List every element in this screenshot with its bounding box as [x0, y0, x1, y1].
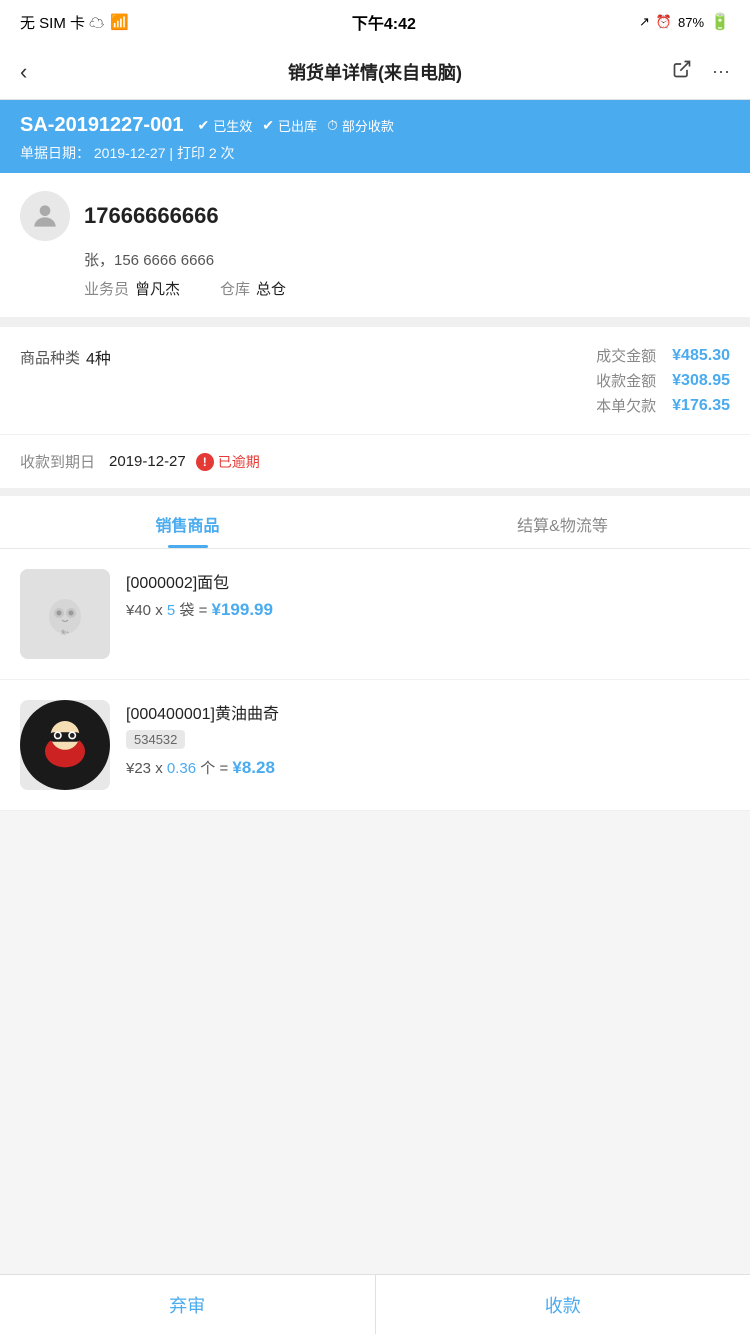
- alarm-icon: ⏰: [656, 14, 672, 30]
- bottom-spacer: [0, 811, 750, 881]
- product-total-2: ¥8.28: [232, 758, 275, 777]
- status-badges: ✔ 已生效 ✔ 已出库 ⏱ 部分收款: [197, 116, 393, 135]
- list-item: [000400001]黄油曲奇 534532 ¥23 x 0.36 个 = ¥8…: [0, 680, 750, 811]
- order-id: SA-20191227-001: [20, 114, 183, 137]
- battery-level: 87%: [678, 15, 704, 30]
- collect-payment-button[interactable]: 收款: [376, 1275, 750, 1334]
- summary-row: 商品种类 4种 成交金额 ¥485.30 收款金额 ¥308.95 本单欠款 ¥…: [20, 345, 730, 416]
- customer-meta: 业务员 曾凡杰 仓库 总仓: [20, 278, 730, 299]
- tabs-row: 销售商品 结算&物流等: [0, 496, 750, 549]
- product-qty-2: 0.36: [167, 760, 196, 777]
- product-price-2: ¥23 x 0.36 个 = ¥8.28: [126, 757, 730, 778]
- customer-info: 张，156 6666 6666: [20, 249, 730, 270]
- receive-label: 收款金额: [596, 370, 656, 391]
- clock-icon: ⏱: [327, 117, 338, 134]
- status-bar: 无 SIM 卡 ☁ 📶 下午4:42 ↗ ⏰ 87% 🔋: [0, 0, 750, 44]
- product-thumbnail-2: [20, 700, 110, 790]
- types-label: 商品种类: [20, 347, 80, 368]
- debt-amount: ¥176.35: [672, 397, 730, 415]
- overdue-icon: !: [196, 453, 214, 471]
- print-unit: 次: [221, 145, 235, 161]
- check-icon-2: ✔: [262, 117, 274, 134]
- warehouse-item: 仓库 总仓: [220, 278, 286, 299]
- products-section: 兔+ [0000002]面包 ¥40 x 5 袋 = ¥199.99: [0, 549, 750, 811]
- cancel-review-button[interactable]: 弃审: [0, 1275, 376, 1334]
- deal-amount: ¥485.30: [672, 347, 730, 365]
- product-img-2: [20, 700, 110, 790]
- debt-row: 本单欠款 ¥176.35: [596, 395, 730, 416]
- product-price-1: ¥40 x 5 袋 = ¥199.99: [126, 599, 730, 620]
- print-count: 2: [209, 145, 217, 161]
- product-sku-2: 534532: [126, 730, 185, 749]
- order-date: 2019-12-27: [94, 145, 166, 161]
- types-count: 4种: [86, 345, 111, 369]
- due-label: 收款到期日: [20, 451, 95, 472]
- status-right: ↗ ⏰ 87% 🔋: [639, 12, 730, 32]
- overdue-text: 已逾期: [218, 452, 260, 472]
- receive-row: 收款金额 ¥308.95: [596, 370, 730, 391]
- overdue-badge: ! 已逾期: [196, 452, 260, 472]
- bottom-bar: 弃审 收款: [0, 1274, 750, 1334]
- customer-section: 17666666666 张，156 6666 6666 业务员 曾凡杰 仓库 总…: [0, 173, 750, 317]
- tab-products[interactable]: 销售商品: [0, 496, 375, 548]
- nav-actions: ···: [672, 59, 730, 84]
- status-partial: ⏱ 部分收款: [327, 116, 394, 135]
- debt-label: 本单欠款: [596, 395, 656, 416]
- status-shipped: ✔ 已出库: [262, 116, 317, 135]
- sales-value: 曾凡杰: [135, 278, 180, 299]
- avatar: [20, 191, 70, 241]
- status-left: 无 SIM 卡 ☁ 📶: [20, 12, 129, 33]
- customer-top: 17666666666: [20, 191, 730, 241]
- product-name-1: [0000002]面包: [126, 569, 730, 593]
- nav-bar: ‹ 销货单详情(来自电脑) ···: [0, 44, 750, 100]
- product-info-2: [000400001]黄油曲奇 534532 ¥23 x 0.36 个 = ¥8…: [126, 700, 730, 778]
- sim-label: 无 SIM 卡 ☁: [20, 12, 104, 33]
- order-date-row: 单据日期： 2019-12-27 | 打印 2 次: [20, 143, 730, 163]
- location-icon: ↗: [639, 14, 650, 30]
- customer-name: 17666666666: [84, 203, 219, 229]
- tab-settlement[interactable]: 结算&物流等: [375, 496, 750, 548]
- print-separator: |: [169, 145, 177, 161]
- receive-amount: ¥308.95: [672, 372, 730, 390]
- list-item: 兔+ [0000002]面包 ¥40 x 5 袋 = ¥199.99: [0, 549, 750, 680]
- product-thumbnail-1: 兔+: [20, 569, 110, 659]
- page-title: 销货单详情(来自电脑): [288, 59, 462, 85]
- due-date: 2019-12-27: [109, 453, 186, 470]
- print-label: 打印: [177, 145, 205, 161]
- divider-1: [0, 317, 750, 327]
- back-button[interactable]: ‹: [20, 59, 56, 85]
- warehouse-label: 仓库: [220, 278, 250, 299]
- wifi-icon: 📶: [110, 13, 129, 31]
- product-qty-1: 5: [167, 602, 175, 619]
- status-effective: ✔ 已生效: [197, 116, 252, 135]
- tabs-section: 销售商品 结算&物流等: [0, 488, 750, 549]
- share-icon[interactable]: [672, 59, 692, 84]
- product-name-2: [000400001]黄油曲奇: [126, 700, 730, 724]
- check-icon-1: ✔: [197, 117, 209, 134]
- summary-right: 成交金额 ¥485.30 收款金额 ¥308.95 本单欠款 ¥176.35: [596, 345, 730, 416]
- deal-label: 成交金额: [596, 345, 656, 366]
- date-label: 单据日期：: [20, 145, 90, 161]
- product-total-1: ¥199.99: [212, 600, 273, 619]
- sales-person-item: 业务员 曾凡杰: [84, 278, 180, 299]
- status-time: 下午4:42: [352, 10, 416, 34]
- warehouse-value: 总仓: [256, 278, 286, 299]
- product-info-1: [0000002]面包 ¥40 x 5 袋 = ¥199.99: [126, 569, 730, 620]
- order-banner: SA-20191227-001 ✔ 已生效 ✔ 已出库 ⏱ 部分收款 单据日期：…: [0, 100, 750, 173]
- sales-label: 业务员: [84, 278, 129, 299]
- due-section: 收款到期日 2019-12-27 ! 已逾期: [0, 434, 750, 488]
- summary-section: 商品种类 4种 成交金额 ¥485.30 收款金额 ¥308.95 本单欠款 ¥…: [0, 327, 750, 434]
- more-icon[interactable]: ···: [712, 61, 730, 82]
- svg-text:兔+: 兔+: [61, 629, 69, 636]
- deal-row: 成交金额 ¥485.30: [596, 345, 730, 366]
- battery-icon: 🔋: [710, 12, 730, 32]
